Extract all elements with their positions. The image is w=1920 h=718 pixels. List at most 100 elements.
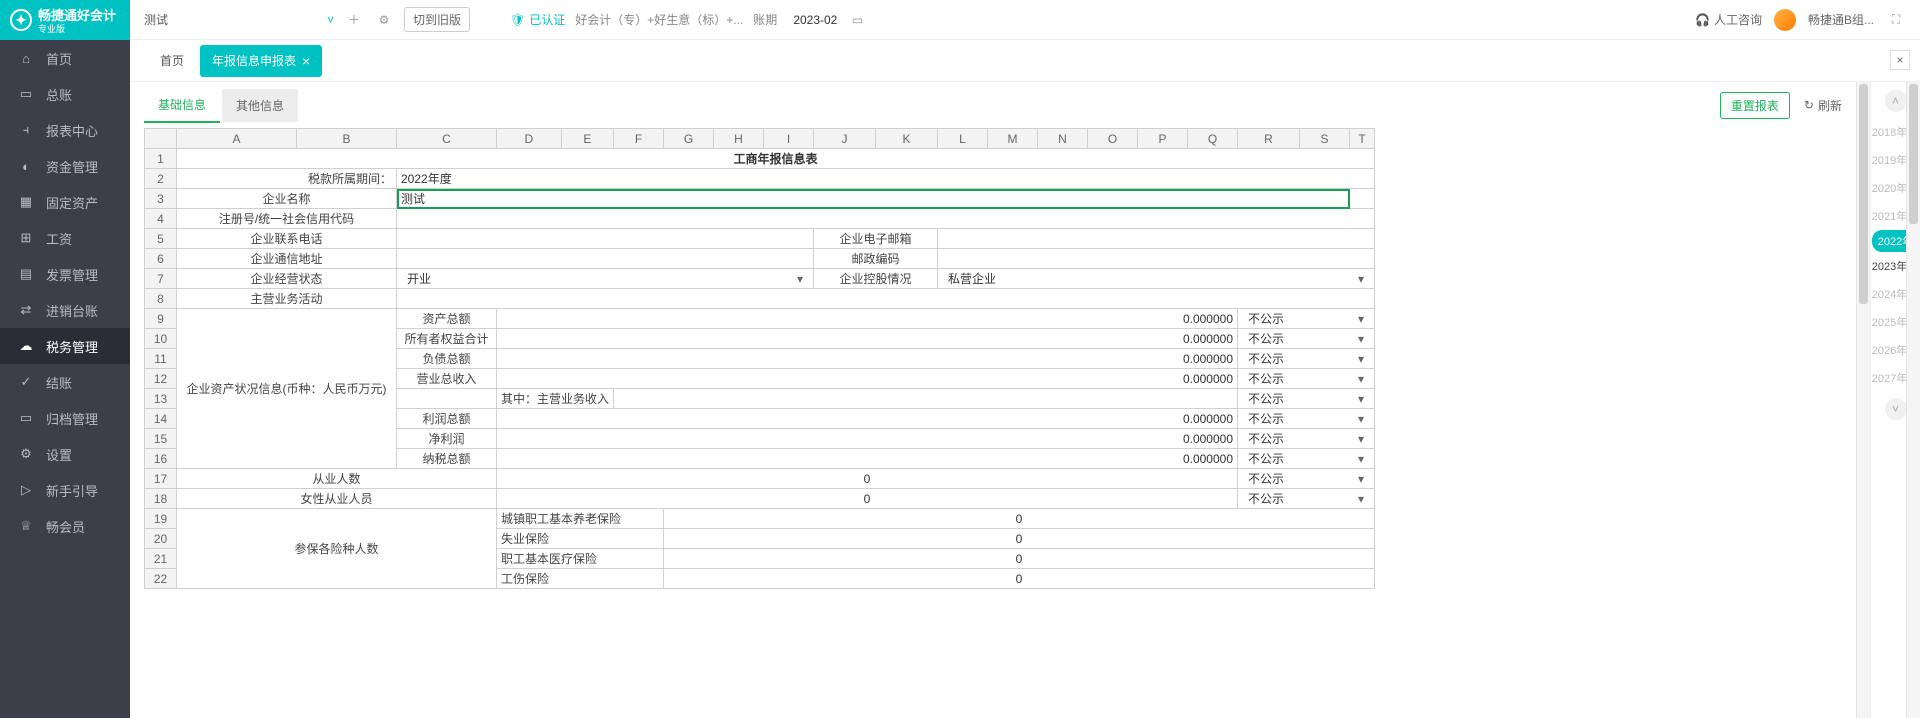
nav-icon: ⚙ [18, 446, 34, 462]
row-3[interactable]: 3 [145, 189, 177, 209]
avatar[interactable] [1774, 9, 1796, 31]
col-G[interactable]: G [664, 129, 714, 149]
row-13[interactable]: 13 [145, 389, 177, 409]
col-A[interactable]: A [177, 129, 297, 149]
subtab-basic[interactable]: 基础信息 [144, 88, 220, 123]
add-icon[interactable]: ＋ [344, 10, 364, 30]
col-D[interactable]: D [497, 129, 562, 149]
col-E[interactable]: E [561, 129, 613, 149]
col-R[interactable]: R [1238, 129, 1300, 149]
row-20[interactable]: 20 [145, 529, 177, 549]
headset-icon: 🎧 [1695, 13, 1710, 27]
nav-icon: ♕ [18, 518, 34, 534]
row-16[interactable]: 16 [145, 449, 177, 469]
row-5[interactable]: 5 [145, 229, 177, 249]
row-21[interactable]: 21 [145, 549, 177, 569]
logo-text: 畅捷通好会计 [38, 8, 116, 23]
row-14[interactable]: 14 [145, 409, 177, 429]
user-name: 畅捷通B组... [1808, 11, 1874, 28]
row-2[interactable]: 2 [145, 169, 177, 189]
page-tabs: 首页 年报信息申报表 × × [130, 40, 1920, 82]
sidebar-item-10[interactable]: ▭ 归档管理 [0, 400, 130, 436]
sidebar-item-4[interactable]: ▦固定资产 [0, 184, 130, 220]
col-F[interactable]: F [614, 129, 664, 149]
nav-label: 报表中心 [46, 121, 98, 140]
row-15[interactable]: 15 [145, 429, 177, 449]
row-4[interactable]: 4 [145, 209, 177, 229]
sidebar-item-7[interactable]: ⇄ 进销台账 [0, 292, 130, 328]
gear-icon[interactable]: ⚙ [374, 10, 394, 30]
support-link[interactable]: 🎧 人工咨询 [1695, 11, 1762, 28]
sidebar-item-1[interactable]: ▭总账 [0, 76, 130, 112]
sidebar-item-3[interactable]: ◐资金管理 [0, 148, 130, 184]
outer-scrollbar[interactable] [1906, 82, 1920, 718]
nav-label: 结账 [46, 373, 72, 392]
shield-icon: 🛡 [510, 13, 525, 27]
company-select[interactable]: 测试 ˅ [144, 7, 334, 33]
nav-label: 工资 [46, 229, 72, 248]
nav-label: 进销台账 [46, 301, 98, 320]
row-9[interactable]: 9 [145, 309, 177, 329]
row-7[interactable]: 7 [145, 269, 177, 289]
col-H[interactable]: H [714, 129, 764, 149]
reset-button[interactable]: 重置报表 [1720, 92, 1790, 119]
nav-list: ⌂首页▭总账 ⫞ 报表中心 ◐资金管理▦固定资产⊞工资▤发票管理 ⇄ 进销台账 ☁税务管理✓… [0, 40, 130, 544]
col-J[interactable]: J [814, 129, 876, 149]
row-19[interactable]: 19 [145, 509, 177, 529]
close-all-tabs[interactable]: × [1890, 50, 1910, 70]
row-8[interactable]: 8 [145, 289, 177, 309]
year-up[interactable]: ˄ [1885, 90, 1907, 112]
row-11[interactable]: 11 [145, 349, 177, 369]
row-1[interactable]: 1 [145, 149, 177, 169]
logo-edition: 专业版 [38, 22, 116, 35]
old-version-button[interactable]: 切到旧版 [404, 7, 470, 32]
sidebar-item-5[interactable]: ⊞工资 [0, 220, 130, 256]
expand-icon[interactable]: ⛶ [1886, 10, 1906, 30]
nav-icon: ▭ [18, 410, 34, 426]
nav-label: 归档管理 [46, 409, 98, 428]
col-S[interactable]: S [1300, 129, 1350, 149]
row-22[interactable]: 22 [145, 569, 177, 589]
nav-icon: ⇄ [18, 302, 34, 318]
col-L[interactable]: L [938, 129, 988, 149]
sidebar-item-11[interactable]: ⚙设置 [0, 436, 130, 472]
year-down[interactable]: ˅ [1885, 398, 1907, 420]
spreadsheet[interactable]: ABCDEFGHIJKLMNOPQRST1工商年报信息表2税款所属期间：2022… [130, 128, 1856, 718]
sidebar-item-13[interactable]: ♕畅会员 [0, 508, 130, 544]
tab-annual-report[interactable]: 年报信息申报表 × [200, 45, 322, 77]
col-P[interactable]: P [1138, 129, 1188, 149]
nav-icon: ▦ [18, 194, 34, 210]
col-K[interactable]: K [876, 129, 938, 149]
sidebar-item-2[interactable]: ⫞ 报表中心 [0, 112, 130, 148]
refresh-button[interactable]: ↻ 刷新 [1804, 97, 1842, 114]
sidebar-item-9[interactable]: ✓结账 [0, 364, 130, 400]
verified-badge: 🛡 已认证 [510, 11, 565, 28]
sidebar-item-6[interactable]: ▤发票管理 [0, 256, 130, 292]
sidebar-item-8[interactable]: ☁税务管理 [0, 328, 130, 364]
sidebar: ✦ 畅捷通好会计 专业版 ⌂首页▭总账⫞报表中心◐资金管理▦固定资产⊞工资▤发票… [0, 0, 130, 718]
close-icon[interactable]: × [302, 53, 310, 69]
nav-icon: ⫞ [18, 122, 34, 138]
col-O[interactable]: O [1088, 129, 1138, 149]
subtab-other[interactable]: 其他信息 [222, 89, 298, 122]
row-10[interactable]: 10 [145, 329, 177, 349]
nav-icon: ◐ [18, 159, 34, 174]
row-17[interactable]: 17 [145, 469, 177, 489]
row-6[interactable]: 6 [145, 249, 177, 269]
sidebar-item-0[interactable]: ⌂首页 [0, 40, 130, 76]
company-input[interactable]: 测试 [397, 189, 1350, 209]
tab-home[interactable]: 首页 [144, 40, 200, 82]
col-B[interactable]: B [297, 129, 397, 149]
row-18[interactable]: 18 [145, 489, 177, 509]
row-12[interactable]: 12 [145, 369, 177, 389]
col-Q[interactable]: Q [1188, 129, 1238, 149]
sidebar-item-12[interactable]: ▷新手引导 [0, 472, 130, 508]
col-T[interactable]: T [1350, 129, 1375, 149]
col-N[interactable]: N [1038, 129, 1088, 149]
period-calendar-icon[interactable]: ▭ [847, 10, 867, 30]
inner-scrollbar[interactable] [1856, 82, 1870, 718]
col-I[interactable]: I [764, 129, 814, 149]
col-M[interactable]: M [988, 129, 1038, 149]
period-select[interactable]: 2023-02 [793, 13, 837, 27]
col-C[interactable]: C [397, 129, 497, 149]
